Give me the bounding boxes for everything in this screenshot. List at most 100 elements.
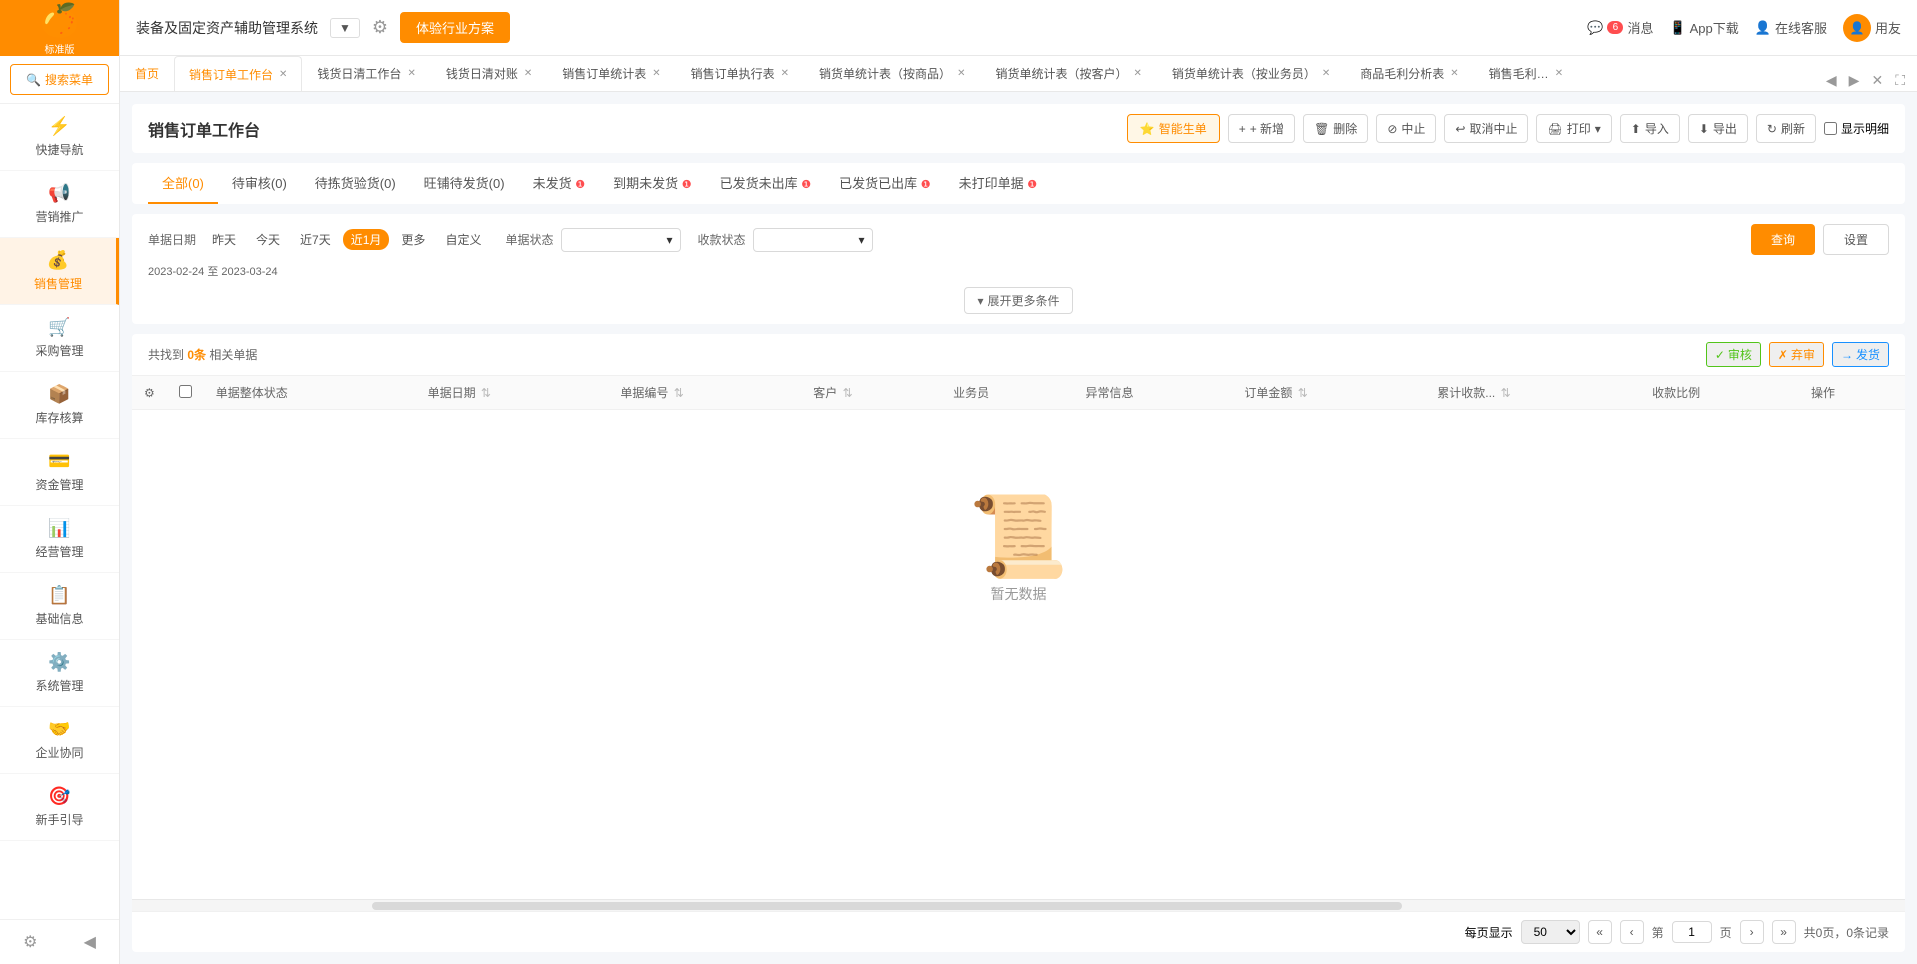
- filter-tab-shipped-not-out[interactable]: 已发货未出库 ❶: [706, 163, 826, 204]
- date-option-today[interactable]: 今天: [248, 229, 288, 250]
- tab-cash-daily[interactable]: 钱货日清工作台 ✕: [302, 56, 430, 91]
- payment-select[interactable]: ▾: [753, 228, 873, 252]
- stop-button[interactable]: ⊘ 中止: [1376, 114, 1436, 143]
- tab-sales-profit[interactable]: 销售毛利… ✕: [1474, 56, 1578, 91]
- export-button[interactable]: ⬇ 导出: [1688, 114, 1748, 143]
- next-page-button[interactable]: ›: [1740, 920, 1764, 944]
- ship-button[interactable]: → 发货: [1832, 342, 1889, 367]
- col-staff-header[interactable]: 业务员: [941, 376, 1073, 410]
- tab-close-summary-customer[interactable]: ✕: [1133, 68, 1141, 79]
- tab-product-margin[interactable]: 商品毛利分析表 ✕: [1345, 56, 1473, 91]
- sidebar-logo[interactable]: 🍊 标准版: [0, 0, 119, 56]
- user-menu-button[interactable]: 👤 用友: [1843, 14, 1901, 42]
- date-option-more[interactable]: 更多: [393, 229, 433, 250]
- online-service-button[interactable]: 👤 在线客服: [1755, 18, 1827, 37]
- filter-tab-overdue-not-shipped[interactable]: 到期未发货 ❶: [599, 163, 706, 204]
- tab-close-product-margin[interactable]: ✕: [1450, 68, 1458, 79]
- filter-tab-all[interactable]: 全部(0): [148, 163, 218, 204]
- cancel-stop-button[interactable]: ↩ 取消中止: [1444, 114, 1528, 143]
- prev-page-button[interactable]: ‹: [1620, 920, 1644, 944]
- filter-tab-wangpu[interactable]: 旺铺待发货(0): [410, 163, 519, 204]
- sidebar-item-purchase[interactable]: 🛒 采购管理: [0, 305, 119, 372]
- col-ratio-header[interactable]: 收款比例: [1640, 376, 1799, 410]
- sidebar-item-enterprise[interactable]: 🤝 企业协同: [0, 707, 119, 774]
- print-button[interactable]: 🖨 打印 ▾: [1536, 114, 1611, 143]
- col-status-header[interactable]: 单据整体状态: [204, 376, 416, 410]
- date-option-custom[interactable]: 自定义: [437, 229, 489, 250]
- date-option-7days[interactable]: 近7天: [292, 229, 339, 250]
- tab-fullscreen-icon[interactable]: ⛶: [1891, 70, 1909, 91]
- show-detail-checkbox-label[interactable]: 显示明细: [1824, 120, 1889, 137]
- first-page-button[interactable]: «: [1588, 920, 1612, 944]
- search-menu-button[interactable]: 🔍 搜索菜单: [10, 64, 109, 95]
- filter-tab-pending-inspect[interactable]: 待拣货验货(0): [301, 163, 410, 204]
- tab-close-summary-product[interactable]: ✕: [957, 68, 965, 79]
- tab-scroll-right-icon[interactable]: ▶: [1845, 70, 1864, 91]
- scrollbar-thumb[interactable]: [372, 902, 1402, 910]
- select-all-checkbox[interactable]: [179, 385, 192, 398]
- expand-filter-button[interactable]: ▾ 展开更多条件: [964, 287, 1072, 314]
- tab-close-cash-reconcile[interactable]: ✕: [524, 68, 532, 79]
- sidebar-item-sales[interactable]: 💰 销售管理: [0, 238, 119, 305]
- sidebar-item-quick-nav[interactable]: ⚡ 快捷导航: [0, 104, 119, 171]
- tab-sales-summary-product[interactable]: 销货单统计表（按商品） ✕: [804, 56, 980, 91]
- tab-sales-summary-staff[interactable]: 销货单统计表（按业务员） ✕: [1157, 56, 1345, 91]
- message-button[interactable]: 💬 6 消息: [1587, 18, 1653, 37]
- col-abnormal-header[interactable]: 异常信息: [1074, 376, 1233, 410]
- col-settings[interactable]: ⚙: [132, 376, 167, 410]
- tab-home[interactable]: 首页: [120, 56, 174, 91]
- sidebar-item-guide[interactable]: 🎯 新手引导: [0, 774, 119, 841]
- col-checkbox[interactable]: [167, 376, 204, 410]
- date-option-1month[interactable]: 近1月: [343, 229, 390, 250]
- system-dropdown-button[interactable]: ▼: [330, 18, 360, 38]
- col-received-header[interactable]: 累计收款... ⇅: [1425, 376, 1640, 410]
- filter-tab-shipped-out[interactable]: 已发货已出库 ❶: [825, 163, 945, 204]
- show-detail-checkbox[interactable]: [1824, 122, 1837, 135]
- tab-sales-workbench[interactable]: 销售订单工作台 ✕: [174, 56, 302, 92]
- filter-tab-not-shipped[interactable]: 未发货 ❶: [519, 163, 600, 204]
- header-settings-icon[interactable]: ⚙: [372, 17, 388, 38]
- tab-close-summary-staff[interactable]: ✕: [1322, 68, 1330, 79]
- horizontal-scrollbar[interactable]: [132, 899, 1905, 911]
- query-button[interactable]: 查询: [1751, 224, 1815, 255]
- sidebar-item-marketing[interactable]: 📢 营销推广: [0, 171, 119, 238]
- col-number-header[interactable]: 单据编号 ⇅: [608, 376, 801, 410]
- col-amount-header[interactable]: 订单金额 ⇅: [1232, 376, 1425, 410]
- tab-cash-reconcile[interactable]: 钱货日清对账 ✕: [431, 56, 547, 91]
- col-customer-header[interactable]: 客户 ⇅: [801, 376, 941, 410]
- app-download-button[interactable]: 📱 App下载: [1669, 18, 1738, 37]
- date-option-yesterday[interactable]: 昨天: [204, 229, 244, 250]
- sidebar-item-system[interactable]: ⚙️ 系统管理: [0, 640, 119, 707]
- col-date-header[interactable]: 单据日期 ⇅: [416, 376, 609, 410]
- add-button[interactable]: + + 新增: [1228, 114, 1295, 143]
- approve-button[interactable]: ✓ 审核: [1706, 342, 1761, 367]
- import-button[interactable]: ⬆ 导入: [1620, 114, 1680, 143]
- delete-button[interactable]: 🗑 删除: [1303, 114, 1368, 143]
- filter-tab-not-printed[interactable]: 未打印单据 ❶: [945, 163, 1052, 204]
- tab-scroll-left-icon[interactable]: ◀: [1822, 70, 1841, 91]
- sidebar-item-operations[interactable]: 📊 经营管理: [0, 506, 119, 573]
- refresh-button[interactable]: ↻ 刷新: [1756, 114, 1816, 143]
- tab-sales-summary-customer[interactable]: 销货单统计表（按客户） ✕: [980, 56, 1156, 91]
- table-scroll-container[interactable]: ⚙ 单据整体状态 单据日期 ⇅: [132, 376, 1905, 899]
- settings-bottom-icon[interactable]: ⚙: [19, 928, 41, 956]
- tab-close-cash-daily[interactable]: ✕: [407, 68, 415, 79]
- sidebar-item-finance[interactable]: 💳 资金管理: [0, 439, 119, 506]
- tab-close-sales-workbench[interactable]: ✕: [279, 69, 287, 80]
- trial-button[interactable]: 体验行业方案: [400, 12, 510, 43]
- set-button[interactable]: 设置: [1823, 224, 1889, 255]
- last-page-button[interactable]: »: [1772, 920, 1796, 944]
- tab-close-sales-profit[interactable]: ✕: [1555, 68, 1563, 79]
- page-size-select[interactable]: 50 10 20 30 100: [1521, 920, 1580, 944]
- revoke-button[interactable]: ✗ 弃审: [1769, 342, 1824, 367]
- collapse-icon[interactable]: ◀: [80, 928, 100, 956]
- sidebar-item-inventory[interactable]: 📦 库存核算: [0, 372, 119, 439]
- smart-generate-button[interactable]: ⭐ 智能生单: [1127, 114, 1220, 143]
- tab-close-sales-exec[interactable]: ✕: [781, 68, 789, 79]
- filter-tab-pending-review[interactable]: 待审核(0): [218, 163, 301, 204]
- sidebar-item-basic[interactable]: 📋 基础信息: [0, 573, 119, 640]
- tab-close-sales-stats[interactable]: ✕: [652, 68, 660, 79]
- tab-close-all-icon[interactable]: ✕: [1867, 70, 1887, 91]
- tab-sales-stats[interactable]: 销售订单统计表 ✕: [547, 56, 675, 91]
- tab-sales-exec[interactable]: 销售订单执行表 ✕: [676, 56, 804, 91]
